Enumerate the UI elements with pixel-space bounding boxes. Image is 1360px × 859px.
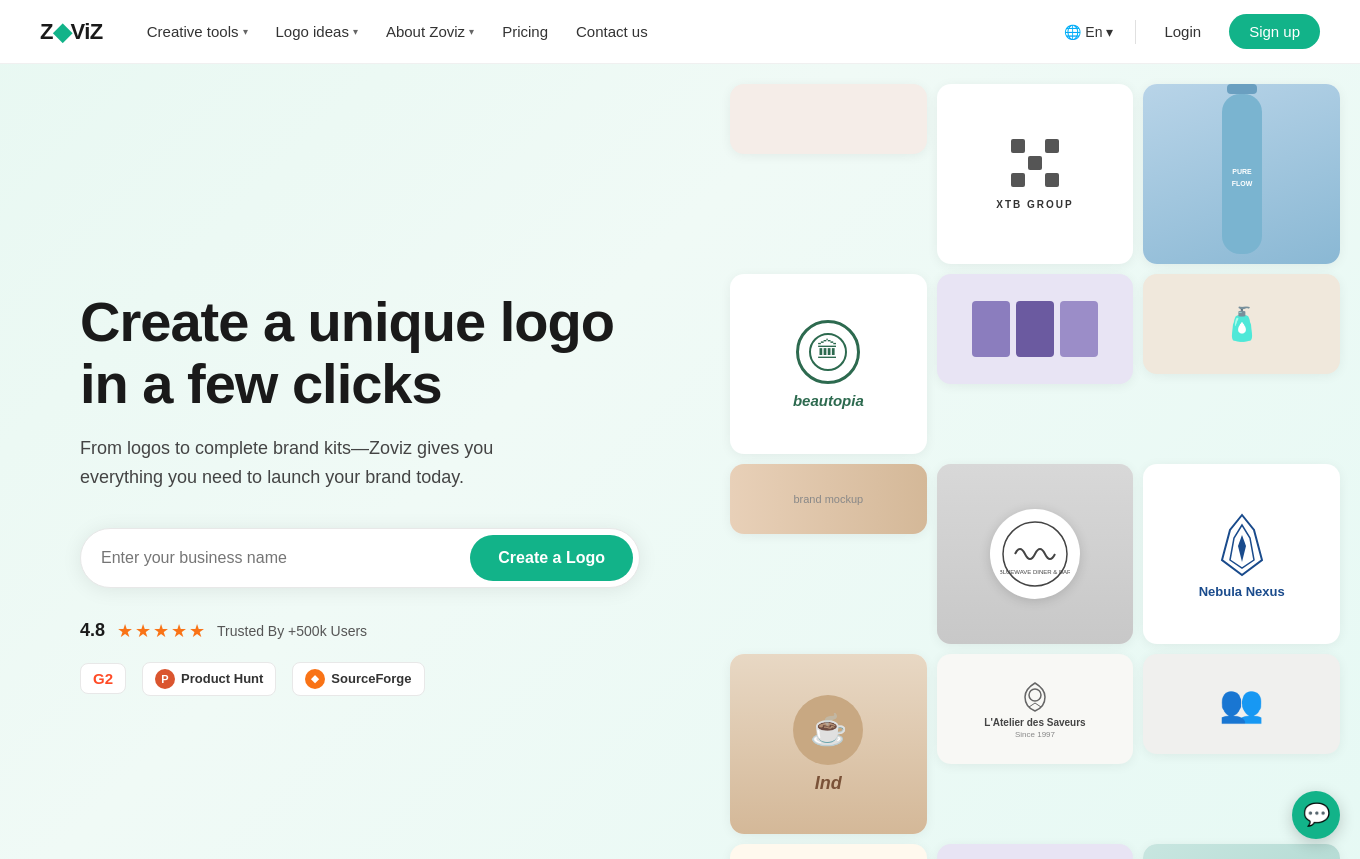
chevron-down-icon: ▾ (1106, 24, 1113, 40)
star-3: ★ (153, 620, 169, 642)
svg-point-8 (1029, 689, 1041, 701)
nav-left: Z◆ViZ Creative tools ▾ Logo ideas ▾ Abou… (40, 15, 660, 48)
nav-logo-ideas[interactable]: Logo ideas ▾ (264, 15, 370, 48)
ind-wrap: ☕ Ind (730, 654, 927, 834)
bluewave-circle: BLUEWAVE DINER & BAR (990, 509, 1080, 599)
top2-label: brand mockup (793, 493, 863, 505)
logo-card-purple-boxes (937, 274, 1134, 384)
nebula-name: Nebula Nexus (1199, 584, 1285, 599)
logo-card-atelier: L'Atelier des Saveurs Since 1997 (937, 654, 1134, 764)
beautopia-wrap: 🏛 beautopia (793, 320, 864, 409)
logo-card-bottom2: 👥 (1143, 654, 1340, 754)
badges-row: G2 P Product Hunt ◆ SourceForge (80, 662, 660, 696)
nebula-wrap: Nebula Nexus (1199, 510, 1285, 599)
star-1: ★ (117, 620, 133, 642)
logo-card-top2: brand mockup (730, 464, 927, 534)
svg-text:FLOW: FLOW (1231, 180, 1252, 187)
chevron-down-icon: ▾ (469, 26, 474, 37)
logo-card-packaging (1143, 844, 1340, 859)
rating-score: 4.8 (80, 620, 105, 641)
badge-sourceforge[interactable]: ◆ SourceForge (292, 662, 424, 696)
logo-card-gunesli: ☕ Güneşli Bahçe (730, 844, 927, 859)
login-button[interactable]: Login (1148, 15, 1217, 48)
business-name-input[interactable] (101, 541, 470, 575)
packaging-wrap (1143, 844, 1340, 859)
logo-card-bottom1: 🧴 (1143, 274, 1340, 374)
logo[interactable]: Z◆ViZ (40, 18, 103, 46)
g2-icon: G2 (93, 670, 113, 687)
language-selector[interactable]: 🌐 En ▾ (1054, 18, 1123, 46)
producthunt-icon: P (155, 669, 175, 689)
pureflow-bottle: PURE FLOW (1143, 84, 1340, 264)
nav-pricing[interactable]: Pricing (490, 15, 560, 48)
badge-g2[interactable]: G2 (80, 663, 126, 694)
svg-text:🏛: 🏛 (817, 338, 839, 363)
hero-left: Create a unique logo in a few clicks Fro… (0, 64, 720, 859)
atelier-name: L'Atelier des Saveurs (984, 717, 1085, 728)
trusted-text: Trusted By +500k Users (217, 623, 367, 639)
chat-button[interactable]: 💬 (1292, 791, 1340, 839)
ind-inner: ☕ Ind (793, 695, 863, 794)
nav-about[interactable]: About Zoviz ▾ (374, 15, 486, 48)
nav-right: 🌐 En ▾ Login Sign up (1054, 14, 1320, 49)
nav-creative-tools[interactable]: Creative tools ▾ (135, 15, 260, 48)
ind-icon: ☕ (810, 712, 847, 747)
hero-section: Create a unique logo in a few clicks Fro… (0, 0, 1360, 859)
bottom2-icon: 👥 (1219, 683, 1264, 725)
svg-text:PURE: PURE (1232, 168, 1252, 175)
star-5: ★ (189, 620, 205, 642)
nav-divider (1135, 20, 1136, 44)
logo-grid: XTB GROUP PURE FLOW 🏛 (720, 64, 1360, 859)
ind-circle: ☕ (793, 695, 863, 765)
star-4: ★ (171, 620, 187, 642)
bluewave-wrap: BLUEWAVE DINER & BAR (937, 464, 1134, 644)
logo-card-ind: ☕ Ind (730, 654, 927, 834)
logo-card-beautopia: 🏛 beautopia (730, 274, 927, 454)
nav-links: Creative tools ▾ Logo ideas ▾ About Zovi… (135, 15, 660, 48)
beautopia-icon: 🏛 (796, 320, 860, 384)
badge-producthunt[interactable]: P Product Hunt (142, 662, 276, 696)
purple-boxes-wrap (960, 289, 1110, 369)
chat-icon: 💬 (1303, 802, 1330, 828)
signup-button[interactable]: Sign up (1229, 14, 1320, 49)
logo-card-xtb: XTB GROUP (937, 84, 1134, 264)
top2-fill: brand mockup (730, 464, 927, 534)
chevron-down-icon: ▾ (353, 26, 358, 37)
nav-contact[interactable]: Contact us (564, 15, 660, 48)
hero-title: Create a unique logo in a few clicks (80, 291, 660, 414)
star-2: ★ (135, 620, 151, 642)
logo-card-top1 (730, 84, 927, 154)
create-logo-button[interactable]: Create a Logo (470, 535, 633, 581)
sourceforge-icon: ◆ (305, 669, 325, 689)
ind-name: Ind (815, 773, 842, 794)
navbar: Z◆ViZ Creative tools ▾ Logo ideas ▾ Abou… (0, 0, 1360, 64)
logo-card-business-cards (937, 844, 1134, 859)
atelier-wrap: L'Atelier des Saveurs Since 1997 (984, 679, 1085, 739)
logo-card-nebula: Nebula Nexus (1143, 464, 1340, 644)
stars: ★ ★ ★ ★ ★ (117, 620, 205, 642)
rating-row: 4.8 ★ ★ ★ ★ ★ Trusted By +500k Users (80, 620, 660, 642)
search-bar: Create a Logo (80, 528, 640, 588)
bottom1-icon: 🧴 (1222, 305, 1262, 343)
chevron-down-icon: ▾ (243, 26, 248, 37)
xtb-label: XTB GROUP (996, 199, 1073, 210)
logo-card-bluewave: BLUEWAVE DINER & BAR (937, 464, 1134, 644)
atelier-since: Since 1997 (1015, 730, 1055, 739)
beautopia-name: beautopia (793, 392, 864, 409)
hero-subtitle: From logos to complete brand kits—Zoviz … (80, 434, 560, 492)
svg-text:BLUEWAVE DINER & BAR: BLUEWAVE DINER & BAR (1000, 569, 1070, 575)
svg-rect-0 (1227, 84, 1257, 94)
xtb-grid (1011, 139, 1059, 187)
logo-card-pureflow: PURE FLOW (1143, 84, 1340, 264)
biz-cards-wrap (937, 844, 1134, 859)
globe-icon: 🌐 (1064, 24, 1081, 40)
